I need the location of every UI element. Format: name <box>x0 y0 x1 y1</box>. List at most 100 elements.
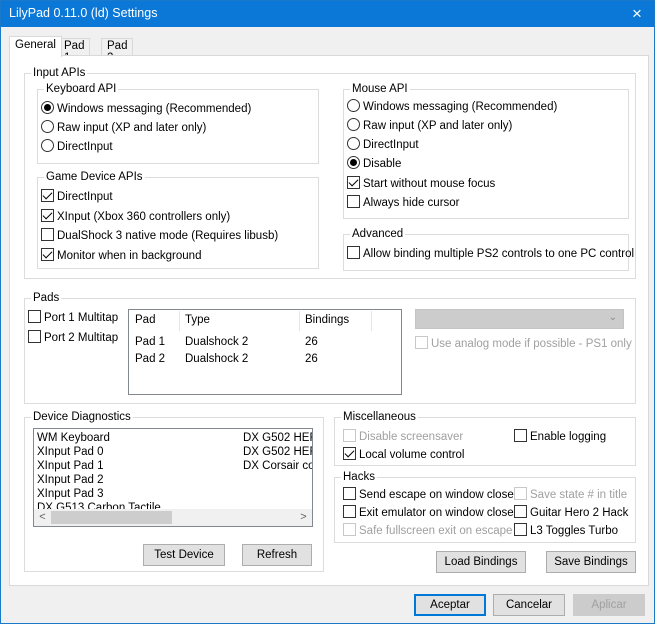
tab-pad-2[interactable]: Pad 2 <box>101 38 134 64</box>
apply-button[interactable]: Aplicar <box>573 594 645 616</box>
horizontal-scrollbar[interactable]: < > <box>34 509 312 526</box>
list-item[interactable]: XInput Pad 1 <box>37 460 104 472</box>
radio-icon <box>347 137 360 150</box>
hacks-group: Hacks Send escape on window close Save s… <box>334 470 636 543</box>
local-volume-control-checkbox[interactable]: Local volume control <box>343 447 464 463</box>
keyboard-api-directinput-radio[interactable]: DirectInput <box>41 139 113 155</box>
checkbox-checked-icon <box>347 176 360 189</box>
radio-selected-icon <box>347 156 360 169</box>
chevron-down-icon: ⌄ <box>608 312 617 323</box>
list-item[interactable]: DX Corsair con <box>243 460 312 472</box>
checkbox-icon <box>415 336 428 349</box>
exit-emulator-on-close-checkbox[interactable]: Exit emulator on window close <box>343 505 514 521</box>
l3-toggles-turbo-checkbox[interactable]: L3 Toggles Turbo <box>514 523 618 539</box>
window-title: LilyPad 0.11.0 (ld) Settings <box>9 6 158 20</box>
mouse-api-group: Mouse API Windows messaging (Recommended… <box>343 82 629 219</box>
radio-selected-icon <box>41 101 54 114</box>
mouse-api-raw-input-radio[interactable]: Raw input (XP and later only) <box>347 118 512 134</box>
cancel-button[interactable]: Cancelar <box>493 594 565 616</box>
checkbox-icon <box>514 523 527 536</box>
disable-screensaver-checkbox[interactable]: Disable screensaver <box>343 429 463 445</box>
list-item[interactable]: XInput Pad 2 <box>37 474 104 486</box>
checkbox-checked-icon <box>41 209 54 222</box>
column-header-type[interactable]: Type <box>185 314 210 326</box>
checkbox-icon <box>28 310 41 323</box>
mouse-api-directinput-radio[interactable]: DirectInput <box>347 137 419 153</box>
tab-general[interactable]: General <box>9 36 62 57</box>
send-escape-on-close-checkbox[interactable]: Send escape on window close <box>343 487 514 503</box>
general-tab-panel: Input APIs Keyboard API Windows messagin… <box>9 55 649 586</box>
checkbox-icon <box>514 505 527 518</box>
column-divider <box>371 311 372 331</box>
test-device-button[interactable]: Test Device <box>143 544 225 566</box>
device-diagnostics-group: Device Diagnostics WM Keyboard XInput Pa… <box>24 410 324 572</box>
hacks-label: Hacks <box>341 470 377 484</box>
checkbox-checked-icon <box>343 447 356 460</box>
list-item[interactable]: XInput Pad 0 <box>37 446 104 458</box>
enable-logging-checkbox[interactable]: Enable logging <box>514 429 606 445</box>
checkbox-icon <box>347 195 360 208</box>
device-list[interactable]: WM Keyboard XInput Pad 0 XInput Pad 1 XI… <box>33 428 313 527</box>
game-device-xinput-checkbox[interactable]: XInput (Xbox 360 controllers only) <box>41 209 230 225</box>
scroll-right-icon[interactable]: > <box>295 509 312 526</box>
radio-icon <box>41 139 54 152</box>
miscellaneous-label: Miscellaneous <box>341 410 418 424</box>
list-item[interactable]: DX G502 HERO <box>243 446 312 458</box>
miscellaneous-group: Miscellaneous Disable screensaver Enable… <box>334 410 636 466</box>
game-device-dualshock3-checkbox[interactable]: DualShock 3 native mode (Requires libusb… <box>41 228 278 244</box>
advanced-group: Advanced Allow binding multiple PS2 cont… <box>343 227 634 271</box>
load-bindings-button[interactable]: Load Bindings <box>436 551 526 573</box>
game-device-monitor-background-checkbox[interactable]: Monitor when in background <box>41 248 201 264</box>
always-hide-cursor-checkbox[interactable]: Always hide cursor <box>347 195 460 211</box>
keyboard-api-raw-input-radio[interactable]: Raw input (XP and later only) <box>41 120 206 136</box>
device-diagnostics-label: Device Diagnostics <box>31 410 133 424</box>
checkbox-icon <box>28 330 41 343</box>
game-device-directinput-checkbox[interactable]: DirectInput <box>41 189 113 205</box>
allow-multiple-bindings-checkbox[interactable]: Allow binding multiple PS2 controls to o… <box>347 246 634 262</box>
keyboard-api-windows-messaging-radio[interactable]: Windows messaging (Recommended) <box>41 101 251 117</box>
title-bar: LilyPad 0.11.0 (ld) Settings × <box>1 1 654 27</box>
column-header-pad[interactable]: Pad <box>135 314 155 326</box>
keyboard-api-group: Keyboard API Windows messaging (Recommen… <box>37 82 319 164</box>
list-item[interactable]: XInput Pad 3 <box>37 488 104 500</box>
radio-icon <box>347 99 360 112</box>
settings-window: LilyPad 0.11.0 (ld) Settings × General P… <box>0 0 655 624</box>
tab-pad-1[interactable]: Pad 1 <box>58 38 91 64</box>
mouse-api-disable-radio[interactable]: Disable <box>347 156 401 172</box>
list-item[interactable]: WM Keyboard <box>37 432 110 444</box>
column-divider <box>179 311 180 331</box>
save-bindings-button[interactable]: Save Bindings <box>546 551 636 573</box>
scrollbar-thumb[interactable] <box>51 511 172 524</box>
accept-button[interactable]: Aceptar <box>414 594 486 616</box>
start-without-mouse-focus-checkbox[interactable]: Start without mouse focus <box>347 176 495 192</box>
refresh-button[interactable]: Refresh <box>242 544 312 566</box>
close-icon[interactable]: × <box>626 3 648 25</box>
game-device-apis-group: Game Device APIs DirectInput XInput (Xbo… <box>37 170 319 269</box>
list-item[interactable]: DX G502 HERO <box>243 432 312 444</box>
checkbox-icon <box>343 429 356 442</box>
column-header-bindings[interactable]: Bindings <box>305 314 349 326</box>
checkbox-icon <box>514 429 527 442</box>
advanced-label: Advanced <box>350 227 406 241</box>
checkbox-icon <box>514 487 527 500</box>
pads-list[interactable]: Pad Type Bindings Pad 1 Dualshock 2 26 P… <box>128 309 402 395</box>
guitar-hero-2-hack-checkbox[interactable]: Guitar Hero 2 Hack <box>514 505 628 521</box>
checkbox-icon <box>343 523 356 536</box>
checkbox-icon <box>343 505 356 518</box>
mouse-api-windows-messaging-radio[interactable]: Windows messaging (Recommended) <box>347 99 557 115</box>
port1-multitap-checkbox[interactable]: Port 1 Multitap <box>28 310 118 326</box>
input-apis-label: Input APIs <box>31 66 88 80</box>
keyboard-api-label: Keyboard API <box>44 82 119 96</box>
save-state-in-title-checkbox[interactable]: Save state # in title <box>514 487 627 503</box>
scroll-left-icon[interactable]: < <box>34 509 51 526</box>
pads-group: Pads Port 1 Multitap Port 2 Multitap Pad… <box>24 291 636 404</box>
pad-type-select[interactable]: ⌄ <box>415 309 624 329</box>
checkbox-icon <box>41 228 54 241</box>
column-divider <box>299 311 300 331</box>
analog-mode-checkbox[interactable]: Use analog mode if possible - PS1 only <box>415 336 632 352</box>
safe-fullscreen-exit-checkbox[interactable]: Safe fullscreen exit on escape <box>343 523 512 539</box>
radio-icon <box>347 118 360 131</box>
game-device-apis-label: Game Device APIs <box>44 170 145 184</box>
checkbox-checked-icon <box>41 248 54 261</box>
port2-multitap-checkbox[interactable]: Port 2 Multitap <box>28 330 118 346</box>
